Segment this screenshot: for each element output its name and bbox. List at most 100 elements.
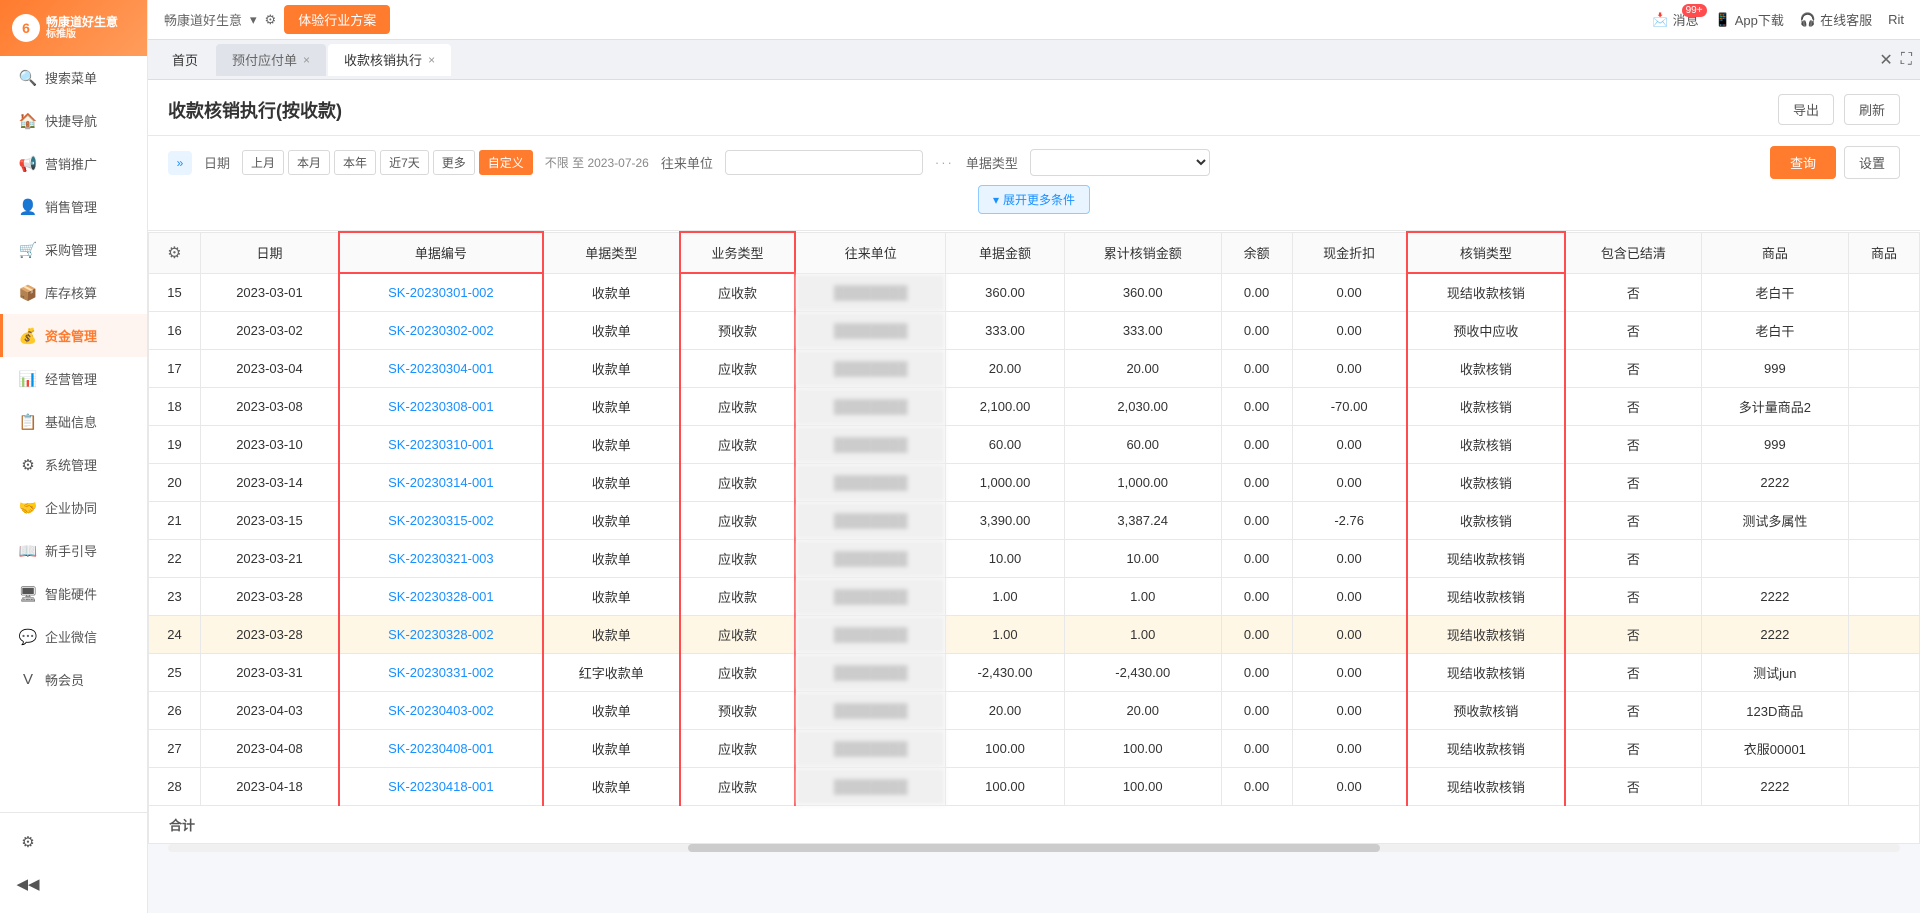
sidebar-item-purchase[interactable]: 🛒 采购管理 (0, 228, 147, 271)
topbar-user-avatar[interactable]: Rit (1888, 12, 1904, 27)
filter-partner-input[interactable] (725, 150, 923, 175)
table-settings-icon[interactable]: ⚙ (167, 245, 181, 262)
doc-no-link[interactable]: SK-20230301-002 (388, 285, 494, 300)
topbar-message[interactable]: 📩 消息 99+ (1652, 10, 1698, 29)
td-goods2 (1848, 654, 1919, 692)
td-doc_amount: 10.00 (946, 540, 1065, 578)
topbar-gear-icon[interactable]: ⚙ (265, 12, 277, 28)
sidebar-settings[interactable]: ⚙ (0, 821, 147, 863)
doc-no-link[interactable]: SK-20230328-001 (388, 589, 494, 604)
td-cancel_type: 收款核销 (1407, 426, 1565, 464)
sidebar-item-sales[interactable]: 👤 销售管理 (0, 185, 147, 228)
doc-no-link[interactable]: SK-20230408-001 (388, 741, 494, 756)
td-doc_amount: 360.00 (946, 273, 1065, 312)
td-partner: ████████ (795, 578, 945, 616)
industry-solution-btn[interactable]: 体验行业方案 (284, 5, 390, 34)
tab-home[interactable]: 首页 (156, 44, 214, 76)
tab-fullscreen-icon[interactable]: ⛶ (1901, 51, 1912, 69)
sidebar-item-system[interactable]: ⚙ 系统管理 (0, 443, 147, 486)
filter-expand-btn[interactable]: » (168, 151, 192, 175)
topbar-dropdown[interactable]: ▾ (250, 12, 257, 28)
doc-no-link[interactable]: SK-20230304-001 (388, 361, 494, 376)
th-cancel_type: 核销类型 (1407, 232, 1565, 273)
doc-no-link[interactable]: SK-20230331-002 (388, 665, 494, 680)
doc-no-link[interactable]: SK-20230403-002 (388, 703, 494, 718)
refresh-btn[interactable]: 刷新 (1844, 94, 1900, 125)
scrollbar-thumb[interactable] (688, 844, 1381, 852)
td-cumulative: 20.00 (1064, 350, 1221, 388)
wechat-icon: 💬 (19, 628, 37, 646)
topbar-app-download[interactable]: 📱 App下载 (1715, 10, 1784, 29)
sidebar-item-inventory[interactable]: 📦 库存核算 (0, 271, 147, 314)
td-cumulative: 1.00 (1064, 578, 1221, 616)
sidebar-item-marketing[interactable]: 📢 营销推广 (0, 142, 147, 185)
sidebar-item-quick-nav[interactable]: 🏠 快捷导航 (0, 99, 147, 142)
doc-no-link[interactable]: SK-20230308-001 (388, 399, 494, 414)
td-include_settled: 否 (1565, 578, 1701, 616)
sidebar-item-label: 库存核算 (45, 283, 97, 302)
td-balance: 0.00 (1221, 540, 1292, 578)
doc-no-link[interactable]: SK-20230302-002 (388, 323, 494, 338)
horizontal-scrollbar[interactable] (168, 844, 1900, 852)
doc-no-link[interactable]: SK-20230314-001 (388, 475, 494, 490)
filter-doc-type-select[interactable] (1030, 149, 1210, 176)
sidebar-item-search[interactable]: 🔍 搜索菜单 (0, 56, 147, 99)
export-btn[interactable]: 导出 (1778, 94, 1834, 125)
td-partner: ████████ (795, 502, 945, 540)
td-cash_discount: 0.00 (1292, 426, 1407, 464)
td-cumulative: 2,030.00 (1064, 388, 1221, 426)
table-row: 162023-03-02SK-20230302-002收款单预收款███████… (149, 312, 1920, 350)
filter-date-7days[interactable]: 近7天 (380, 150, 429, 175)
td-cumulative: 100.00 (1064, 730, 1221, 768)
td-cash_discount: 0.00 (1292, 692, 1407, 730)
td-include_settled: 否 (1565, 273, 1701, 312)
sidebar-item-guide[interactable]: 📖 新手引导 (0, 529, 147, 572)
sidebar: 6 畅康道好生意 标推版 🔍 搜索菜单 🏠 快捷导航 📢 营销推广 👤 销售管理… (0, 0, 148, 913)
member-icon: V (19, 671, 37, 689)
sidebar-item-hardware[interactable]: 🖥 智能硬件 (0, 572, 147, 615)
doc-no-link[interactable]: SK-20230328-002 (388, 627, 494, 642)
td-cumulative: 333.00 (1064, 312, 1221, 350)
td-cash_discount: 0.00 (1292, 654, 1407, 692)
tab-pre-payment-close[interactable]: × (303, 53, 310, 67)
sidebar-item-wechat[interactable]: 💬 企业微信 (0, 615, 147, 658)
filter-date-this-year[interactable]: 本年 (334, 150, 376, 175)
sidebar-collapse[interactable]: ◀◀ (0, 863, 147, 905)
filter-date-more[interactable]: 更多 (433, 150, 475, 175)
filter-date-last-month[interactable]: 上月 (242, 150, 284, 175)
doc-no-link[interactable]: SK-20230310-001 (388, 437, 494, 452)
td-partner: ████████ (795, 426, 945, 464)
filter-date-this-month[interactable]: 本月 (288, 150, 330, 175)
sidebar-item-finance[interactable]: 💰 资金管理 (0, 314, 147, 357)
tab-pre-payment[interactable]: 预付应付单 × (216, 44, 326, 76)
doc-no-link[interactable]: SK-20230418-001 (388, 779, 494, 794)
filter-query-btn[interactable]: 查询 (1770, 146, 1836, 179)
tab-close-icon[interactable]: ✕ (1879, 50, 1892, 70)
filter-expand-more-btn[interactable]: ▾ 展开更多条件 (978, 185, 1090, 214)
doc-no-link[interactable]: SK-20230315-002 (388, 513, 494, 528)
doc-no-link[interactable]: SK-20230321-003 (388, 551, 494, 566)
filter-date-custom[interactable]: 自定义 (479, 150, 533, 175)
tab-receipt-exec[interactable]: 收款核销执行 × (328, 44, 451, 76)
td-goods2 (1848, 464, 1919, 502)
sidebar-item-enterprise[interactable]: 🤝 企业协同 (0, 486, 147, 529)
td-doc_no: SK-20230328-002 (339, 616, 543, 654)
td-doc_type: 收款单 (543, 730, 680, 768)
tab-receipt-exec-close[interactable]: × (428, 53, 435, 67)
sidebar-item-operation[interactable]: 📊 经营管理 (0, 357, 147, 400)
filter-setting-btn[interactable]: 设置 (1844, 146, 1900, 179)
td-date: 2023-03-15 (200, 502, 339, 540)
td-cumulative: 10.00 (1064, 540, 1221, 578)
td-include_settled: 否 (1565, 692, 1701, 730)
th-doc_type: 单据类型 (543, 232, 680, 273)
td-settings: 19 (149, 426, 201, 464)
sidebar-item-basic[interactable]: 📋 基础信息 (0, 400, 147, 443)
filter-date-buttons: 上月 本月 本年 近7天 更多 自定义 (242, 150, 533, 175)
topbar-online-service[interactable]: 🎧 在线客服 (1800, 10, 1872, 29)
td-goods2 (1848, 768, 1919, 806)
td-goods: 测试jun (1701, 654, 1848, 692)
sidebar-item-member[interactable]: V 畅会员 (0, 658, 147, 701)
td-cash_discount: 0.00 (1292, 768, 1407, 806)
td-goods (1701, 540, 1848, 578)
td-goods2 (1848, 426, 1919, 464)
